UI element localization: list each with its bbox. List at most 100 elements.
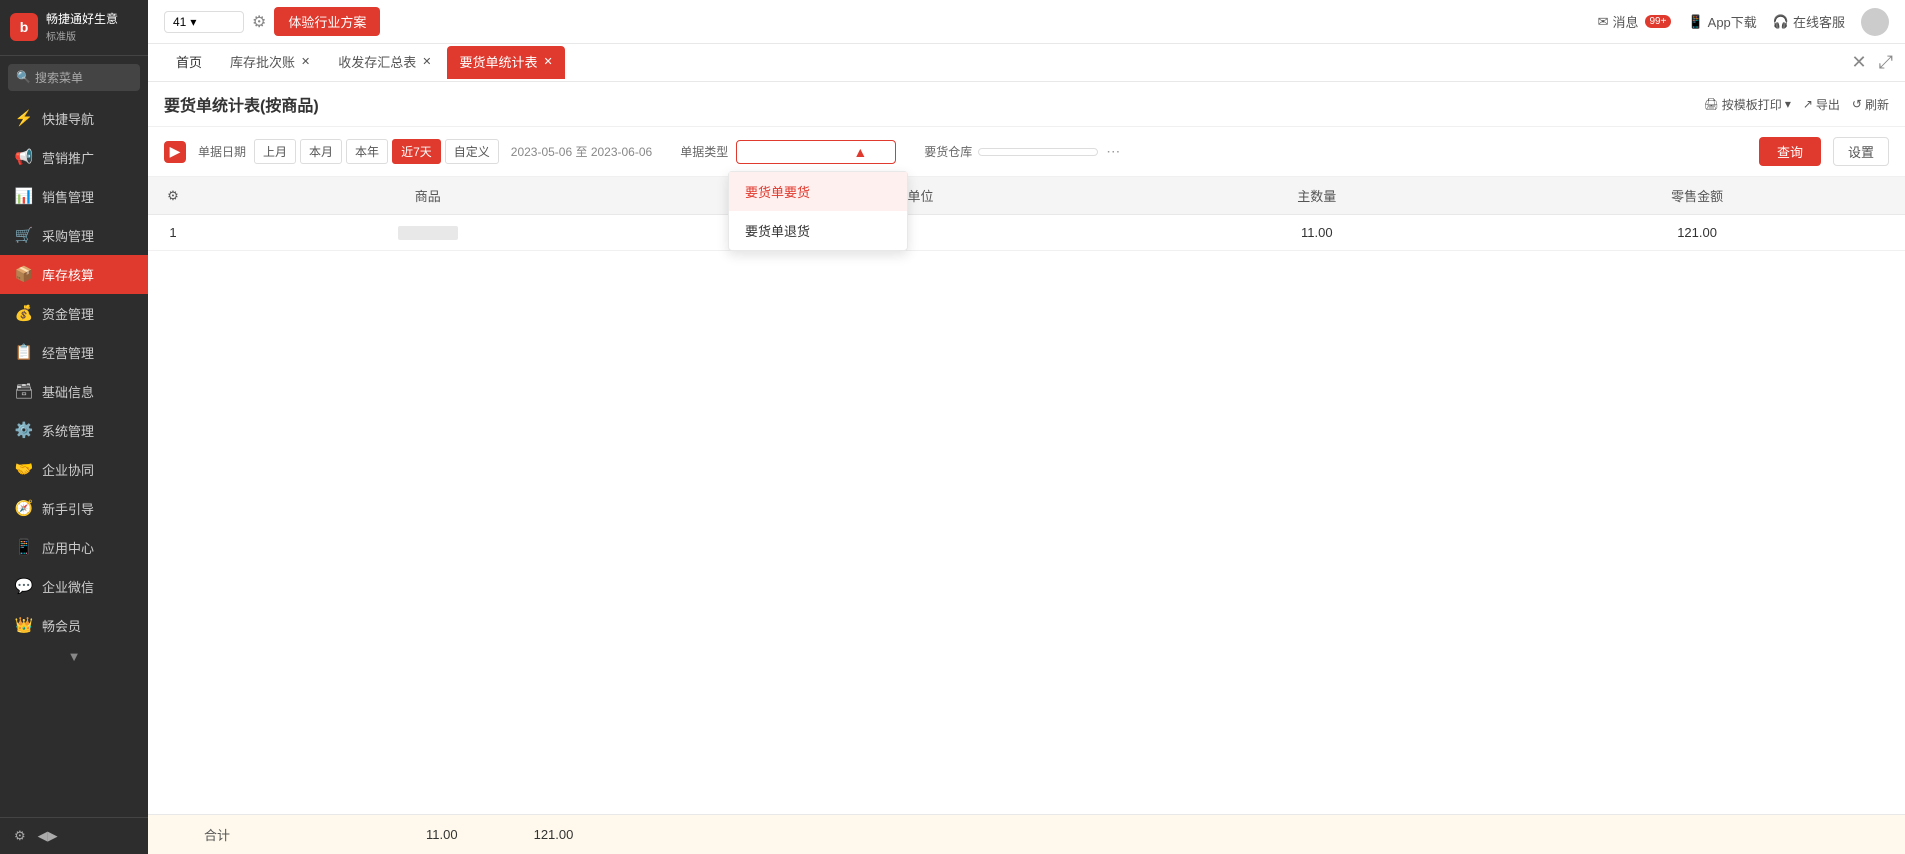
tabs-expand[interactable]: ⤢ [1875,50,1897,75]
sidebar-item-cooperation[interactable]: 🤝 企业协同 [0,450,148,489]
col-settings[interactable]: ⚙ [148,177,198,215]
sidebar-item-label: 基础信息 [42,382,94,401]
dropdown-item-order-goods[interactable]: 要货单要货 [729,172,907,211]
sidebar-search[interactable]: 🔍 搜索菜单 [8,64,140,91]
type-filter-group: 单据类型 ▲ [680,140,896,164]
member-icon: 👑 [14,616,34,634]
sidebar-item-system[interactable]: ⚙️ 系统管理 [0,411,148,450]
date-btn-7days[interactable]: 近7天 [392,139,441,164]
filter-bar: ▶ 单据日期 上月 本月 本年 近7天 自定义 2023-05-06 至 202… [148,127,1905,177]
guide-icon: 🧭 [14,499,34,517]
type-select-arrow: ▲ [853,144,867,160]
tab-recv-summary[interactable]: 收发存汇总表 ✕ [326,46,443,79]
date-btn-custom[interactable]: 自定义 [445,139,499,164]
finance-icon: 💰 [14,304,34,322]
wechat-icon: 💬 [14,577,34,595]
cell-product [198,215,658,251]
col-settings-icon: ⚙ [167,188,179,203]
sidebar-item-label: 经营管理 [42,343,94,362]
table-footer: 合计 11.00 121.00 [148,814,1905,854]
sidebar-bottom: ⚙ ◀▶ [0,817,148,854]
date-btn-this-month[interactable]: 本月 [300,139,342,164]
cell-qty: 11.00 [1144,215,1489,251]
table-container: ⚙ 商品 主计量单位 主数量 零售金额 1 [148,177,1905,814]
page-title: 要货单统计表(按商品) [164,92,319,116]
refresh-btn[interactable]: ↺ 刷新 [1852,96,1889,113]
type-filter-label: 单据类型 [680,143,728,160]
logo-title: 畅捷通好生意 [46,12,118,28]
messages-label: 消息 [1612,12,1638,31]
messages-btn[interactable]: ✉ 消息 99+ [1598,12,1672,31]
tab-recv-summary-label: 收发存汇总表 [338,52,416,71]
page-content: 要货单统计表(按商品) 🖨 按模板打印 ▾ ↗ 导出 ↺ 刷新 ▶ [148,82,1905,854]
export-btn[interactable]: ↗ 导出 [1803,96,1840,113]
sidebar-search-label: 搜索菜单 [35,69,83,86]
cooperation-icon: 🤝 [14,460,34,478]
warehouse-more-icon[interactable]: ⋯ [1106,143,1120,160]
topbar-left: 41 ▾ ⚙ 体验行业方案 [164,7,1586,36]
sidebar-scroll-down[interactable]: ▼ [0,645,148,668]
tab-order-stats[interactable]: 要货单统计表 ✕ [447,46,564,79]
sidebar-item-label: 企业协同 [42,460,94,479]
tab-order-stats-close[interactable]: ✕ [544,55,553,68]
tab-inventory-batch[interactable]: 库存批次账 ✕ [218,46,322,79]
topbar-settings-icon[interactable]: ⚙ [252,12,266,32]
tabs-actions: ✕ ⤢ [1848,50,1905,75]
table-row: 1 块 11.00 121.00 [148,215,1905,251]
settings-btn[interactable]: ⚙ [14,828,26,844]
sidebar-item-app-center[interactable]: 📱 应用中心 [0,528,148,567]
query-btn[interactable]: 查询 [1759,137,1821,166]
app-download-btn[interactable]: 📱 App下载 [1687,12,1756,31]
sidebar-item-quick-nav[interactable]: ⚡ 快捷导航 [0,99,148,138]
tab-inventory-batch-close[interactable]: ✕ [301,55,310,68]
sidebar-item-label: 新手引导 [42,499,94,518]
sidebar-item-purchase[interactable]: 🛒 采购管理 [0,216,148,255]
tab-recv-summary-close[interactable]: ✕ [422,55,431,68]
sidebar-item-marketing[interactable]: 📢 营销推广 [0,138,148,177]
date-btn-this-year[interactable]: 本年 [346,139,388,164]
sidebar-item-sales[interactable]: 📊 销售管理 [0,177,148,216]
sidebar-item-basic[interactable]: 🗃 基础信息 [0,372,148,411]
type-select[interactable]: ▲ [736,140,896,164]
type-dropdown: 要货单要货 要货单退货 [728,171,908,251]
cell-amount: 121.00 [1489,215,1905,251]
sidebar-item-label: 销售管理 [42,187,94,206]
store-selector[interactable]: 41 ▾ [164,11,244,33]
sidebar-item-finance[interactable]: 💰 资金管理 [0,294,148,333]
sidebar-item-label: 资金管理 [42,304,94,323]
topbar-right: ✉ 消息 99+ 📱 App下载 🎧 在线客服 [1598,8,1889,36]
sidebar-item-inventory[interactable]: 📦 库存核算 [0,255,148,294]
tab-home[interactable]: 首页 [164,46,214,79]
print-icon: 🖨 [1704,97,1719,111]
warehouse-label: 要货仓库 [924,143,972,160]
purchase-icon: 🛒 [14,226,34,244]
app-download-icon: 📱 [1687,14,1703,30]
management-icon: 📋 [14,343,34,361]
sidebar-item-member[interactable]: 👑 畅会员 [0,606,148,645]
date-btn-last-month[interactable]: 上月 [254,139,296,164]
user-avatar[interactable] [1861,8,1889,36]
settings-btn[interactable]: 设置 [1833,137,1889,166]
tab-order-stats-label: 要货单统计表 [459,52,537,71]
refresh-label: 刷新 [1865,96,1889,113]
filter-expand-btn[interactable]: ▶ [164,141,186,163]
sidebar-item-label: 快捷导航 [42,109,94,128]
dropdown-item-order-return[interactable]: 要货单退货 [729,211,907,250]
sidebar-item-label: 畅会员 [42,616,81,635]
logo-sub: 标准版 [46,28,118,43]
online-service-btn[interactable]: 🎧 在线客服 [1773,12,1845,31]
sidebar-item-label: 应用中心 [42,538,94,557]
sidebar-item-management[interactable]: 📋 经营管理 [0,333,148,372]
export-label: 导出 [1816,96,1840,113]
store-dropdown-arrow: ▾ [190,15,196,29]
warehouse-select[interactable] [978,148,1098,156]
sidebar-logo: b 畅捷通好生意 标准版 [0,0,148,56]
print-btn[interactable]: 🖨 按模板打印 ▾ [1704,96,1791,113]
messages-badge: 99+ [1645,15,1672,28]
sidebar-item-guide[interactable]: 🧭 新手引导 [0,489,148,528]
sidebar-item-wechat[interactable]: 💬 企业微信 [0,567,148,606]
collapse-btn[interactable]: ◀▶ [38,828,58,844]
search-icon: 🔍 [16,70,31,84]
tabs-close-all[interactable]: ✕ [1848,50,1871,75]
industry-btn[interactable]: 体验行业方案 [274,7,380,36]
